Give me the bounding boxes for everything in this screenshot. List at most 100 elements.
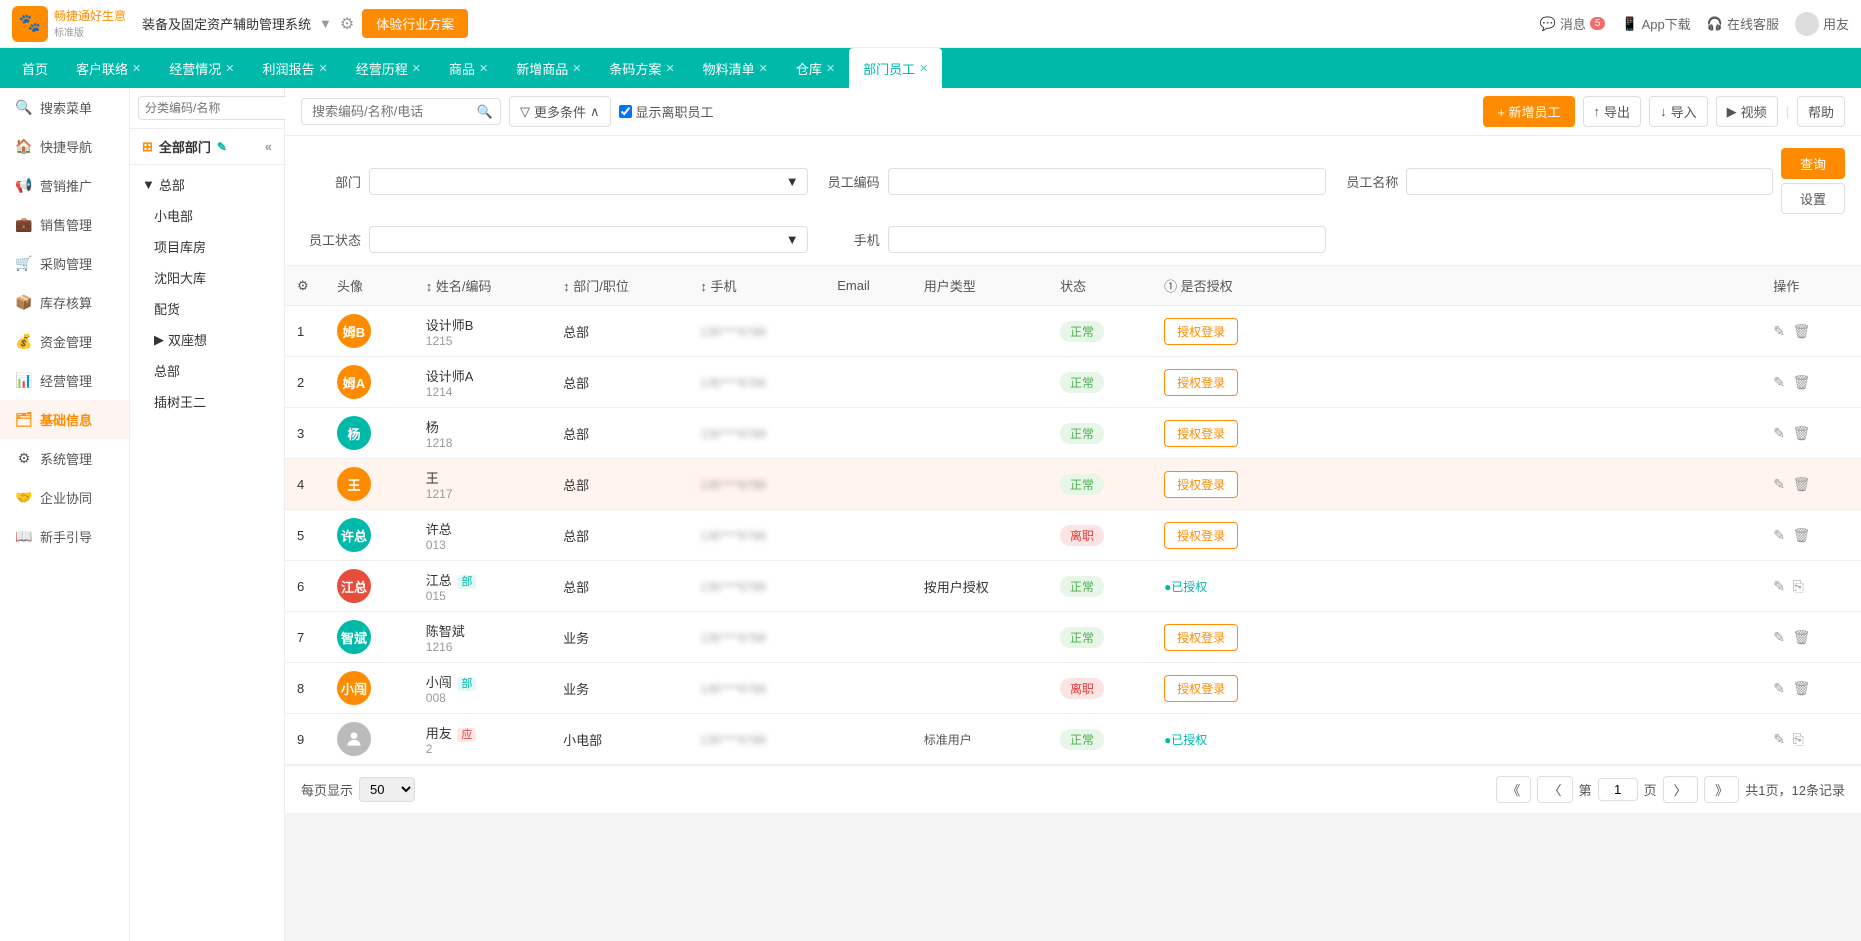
edit-icon[interactable]: ✎ (1773, 731, 1785, 747)
set-button[interactable]: 设置 (1781, 183, 1845, 214)
auth-button[interactable]: 授权登录 (1164, 675, 1238, 702)
close-icon[interactable]: ✕ (132, 62, 141, 75)
dept-item-shenyang[interactable]: 沈阳大库 (130, 262, 284, 293)
close-icon[interactable]: ✕ (572, 62, 581, 75)
sidebar-item-nav[interactable]: 🏠 快捷导航 (0, 127, 129, 166)
first-page-button[interactable]: 《 (1496, 776, 1531, 803)
tab-profit[interactable]: 利润报告 ✕ (248, 48, 341, 88)
tab-goods[interactable]: 商品 ✕ (435, 48, 502, 88)
trial-button[interactable]: 体验行业方案 (362, 9, 468, 38)
auth-button[interactable]: 授权登录 (1164, 420, 1238, 447)
edit-icon[interactable]: ✎ (1773, 425, 1785, 441)
service-item[interactable]: 🎧 在线客服 (1707, 14, 1779, 33)
dept-edit-icon[interactable]: ✎ (217, 140, 227, 154)
edit-icon[interactable]: ✎ (1773, 578, 1785, 594)
sidebar-item-basic[interactable]: 🗂 基础信息 (0, 400, 129, 439)
employee-search-input[interactable] (301, 98, 501, 125)
dept-select[interactable]: ▼ (369, 168, 808, 195)
col-name[interactable]: ↕ 姓名/编码 (414, 266, 551, 306)
auth-button[interactable]: 授权登录 (1164, 318, 1238, 345)
page-size-select[interactable]: 50 100 200 (359, 777, 415, 802)
col-settings[interactable]: ⚙ (285, 266, 325, 306)
dept-item-chashuwang[interactable]: 插树王二 (130, 386, 284, 417)
sidebar-item-guide[interactable]: 📖 新手引导 (0, 517, 129, 556)
close-icon[interactable]: ✕ (759, 62, 768, 75)
system-dropdown-icon[interactable]: ▼ (319, 16, 332, 31)
tab-new-goods[interactable]: 新增商品 ✕ (502, 48, 595, 88)
sidebar-item-system[interactable]: ⚙ 系统管理 (0, 439, 129, 478)
dept-collapse-icon[interactable]: « (265, 139, 272, 154)
edit-icon[interactable]: ✎ (1773, 527, 1785, 543)
tab-home[interactable]: 首页 (8, 48, 62, 88)
tab-material[interactable]: 物料清单 ✕ (689, 48, 782, 88)
delete-icon[interactable]: 🗑 (1793, 425, 1811, 441)
dept-search-input[interactable] (138, 96, 307, 120)
delete-icon[interactable]: 🗑 (1793, 680, 1811, 696)
edit-icon[interactable]: ✎ (1773, 323, 1785, 339)
empcode-input[interactable] (888, 168, 1327, 195)
message-item[interactable]: 💬 消息 5 (1540, 14, 1606, 33)
edit-icon[interactable]: ✎ (1773, 374, 1785, 390)
tab-history[interactable]: 经营历程 ✕ (342, 48, 435, 88)
sidebar-item-collab[interactable]: 🤝 企业协同 (0, 478, 129, 517)
empstatus-select[interactable]: ▼ (369, 226, 808, 253)
tab-barcode[interactable]: 条码方案 ✕ (595, 48, 688, 88)
phone-input[interactable] (888, 226, 1327, 253)
next-page-button[interactable]: 〉 (1663, 776, 1698, 803)
user-item[interactable]: 用友 (1795, 12, 1849, 36)
dept-all-item[interactable]: ⊞ 全部部门 ✎ « (130, 129, 284, 165)
prev-page-button[interactable]: 〈 (1537, 776, 1572, 803)
sidebar-item-finance[interactable]: 💰 资金管理 (0, 322, 129, 361)
show-former-checkbox[interactable] (619, 105, 632, 118)
edit-icon[interactable]: ✎ (1773, 476, 1785, 492)
help-button[interactable]: 帮助 (1797, 96, 1845, 127)
edit-icon[interactable]: ✎ (1773, 680, 1785, 696)
tab-dept-staff[interactable]: 部门员工 ✕ (849, 48, 942, 88)
copy-icon[interactable]: ⎘ (1793, 578, 1804, 594)
tab-warehouse[interactable]: 仓库 ✕ (782, 48, 849, 88)
edit-icon[interactable]: ✎ (1773, 629, 1785, 645)
dept-item-zongbu[interactable]: ▼ 总部 (130, 169, 284, 200)
more-filter-button[interactable]: ▽ 更多条件 ∧ (509, 96, 611, 127)
dept-item-zongbu2[interactable]: 总部 (130, 355, 284, 386)
close-icon[interactable]: ✕ (826, 62, 835, 75)
col-phone[interactable]: ↕ 手机 (688, 266, 825, 306)
view-button[interactable]: ▶ 视频 (1716, 96, 1778, 127)
close-icon[interactable]: ✕ (412, 62, 421, 75)
close-icon-active[interactable]: ✕ (919, 62, 928, 75)
close-icon[interactable]: ✕ (225, 62, 234, 75)
settings-icon[interactable]: ⚙ (340, 14, 354, 34)
app-download-item[interactable]: 📱 App下载 (1621, 14, 1690, 33)
auth-button[interactable]: 授权登录 (1164, 624, 1238, 651)
delete-icon[interactable]: 🗑 (1793, 374, 1811, 390)
close-icon[interactable]: ✕ (479, 62, 488, 75)
sidebar-item-sales[interactable]: 💼 销售管理 (0, 205, 129, 244)
dept-item-peihuo[interactable]: 配货 (130, 293, 284, 324)
close-icon[interactable]: ✕ (665, 62, 674, 75)
last-page-button[interactable]: 》 (1704, 776, 1739, 803)
query-button[interactable]: 查询 (1781, 148, 1845, 179)
dept-item-xiangmu[interactable]: 项目库房 (130, 231, 284, 262)
auth-button[interactable]: 授权登录 (1164, 369, 1238, 396)
sidebar-item-marketing[interactable]: 📢 营销推广 (0, 166, 129, 205)
sidebar-item-operation[interactable]: 📊 经营管理 (0, 361, 129, 400)
show-former-label[interactable]: 显示离职员工 (619, 102, 714, 121)
close-icon[interactable]: ✕ (319, 62, 328, 75)
sidebar-item-purchase[interactable]: 🛒 采购管理 (0, 244, 129, 283)
auth-button[interactable]: 授权登录 (1164, 471, 1238, 498)
sidebar-item-inventory[interactable]: 📦 库存核算 (0, 283, 129, 322)
tab-customer[interactable]: 客户联络 ✕ (62, 48, 155, 88)
sidebar-item-search[interactable]: 🔍 搜索菜单 (0, 88, 129, 127)
tab-business[interactable]: 经营情况 ✕ (155, 48, 248, 88)
dept-item-xiaodian[interactable]: 小电部 (130, 200, 284, 231)
dept-item-shuangzuo[interactable]: ▶ 双座想 (130, 324, 284, 355)
copy-icon[interactable]: ⎘ (1793, 731, 1804, 747)
export-button[interactable]: ↑ 导出 (1583, 96, 1642, 127)
delete-icon[interactable]: 🗑 (1793, 527, 1811, 543)
empname-input[interactable] (1406, 168, 1773, 195)
delete-icon[interactable]: 🗑 (1793, 476, 1811, 492)
auth-button[interactable]: 授权登录 (1164, 522, 1238, 549)
page-number-input[interactable] (1598, 778, 1638, 801)
delete-icon[interactable]: 🗑 (1793, 629, 1811, 645)
delete-icon[interactable]: 🗑 (1793, 323, 1811, 339)
